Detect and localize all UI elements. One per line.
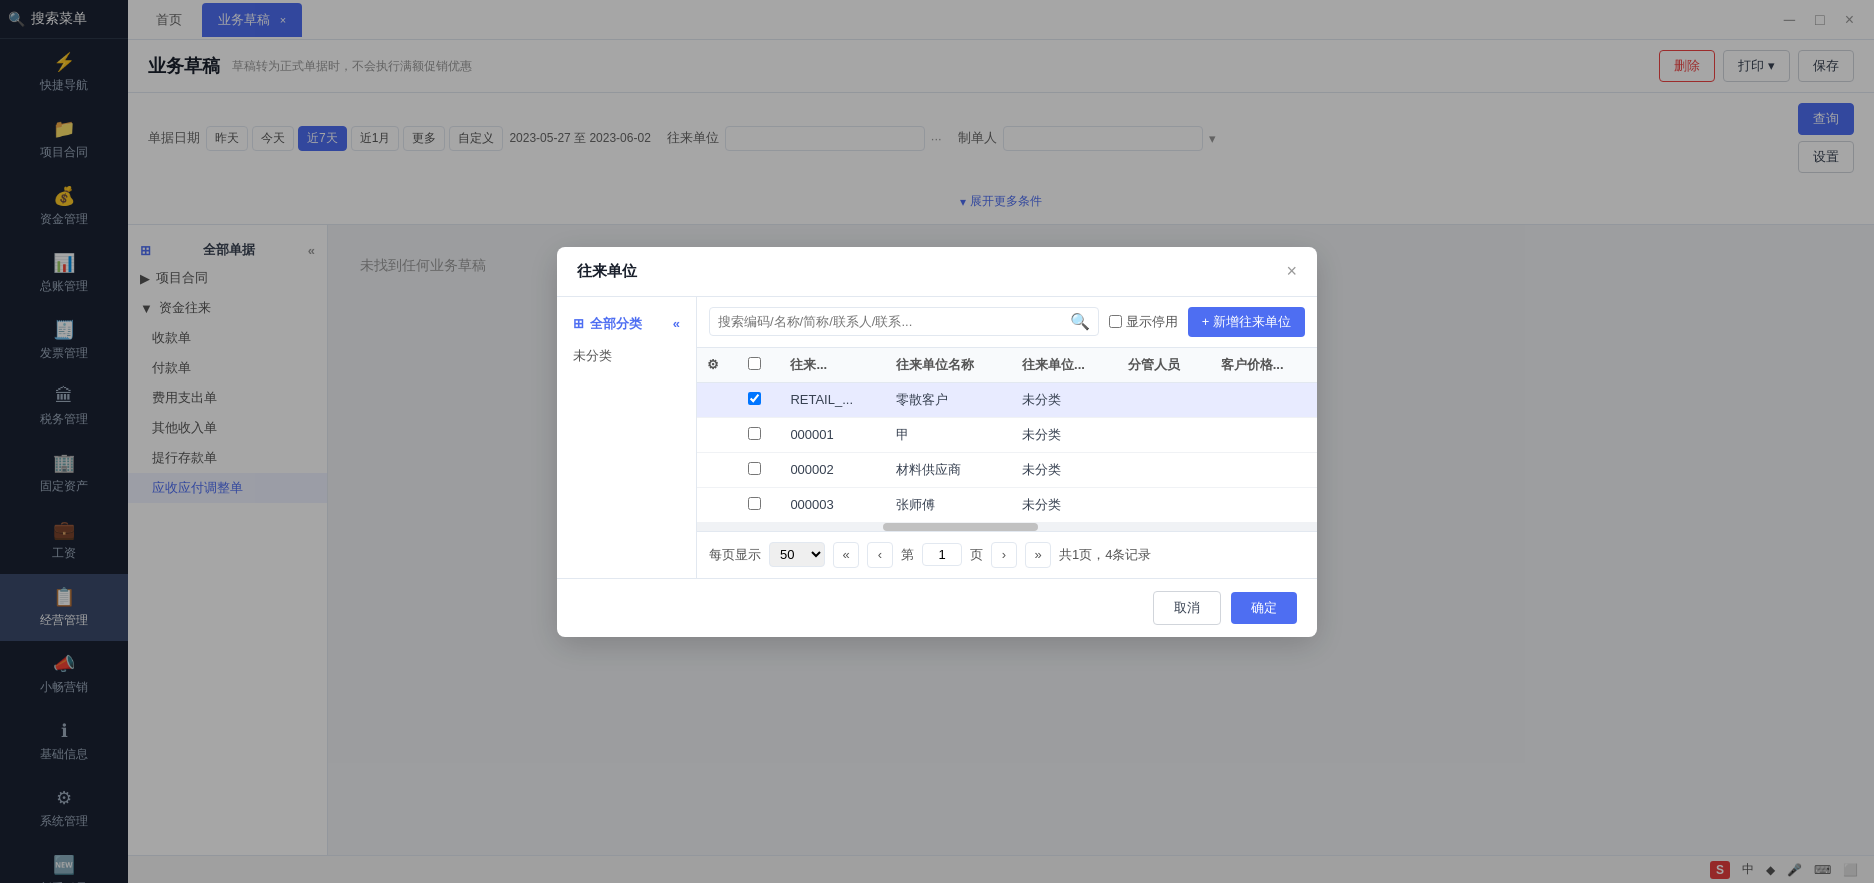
show-disabled-label[interactable]: 显示停用: [1109, 313, 1178, 331]
search-icon: 🔍: [1070, 312, 1090, 331]
show-disabled-checkbox[interactable]: [1109, 315, 1122, 328]
row-check: [738, 487, 780, 522]
row-code: 000002: [780, 452, 886, 487]
cancel-button[interactable]: 取消: [1153, 591, 1221, 625]
row-category: 未分类: [1012, 487, 1118, 522]
row-name: 材料供应商: [886, 452, 1012, 487]
row-checkbox[interactable]: [748, 392, 761, 405]
total-label: 共1页，4条记录: [1059, 546, 1151, 564]
modal-overlay: 往来单位 × ⊞ 全部分类 « 未分类: [0, 0, 1874, 883]
chevron-left-icon[interactable]: «: [673, 316, 680, 331]
page-prefix-label: 第: [901, 546, 914, 564]
add-partner-button[interactable]: + 新增往来单位: [1188, 307, 1305, 337]
row-manager: [1118, 417, 1210, 452]
confirm-button[interactable]: 确定: [1231, 592, 1297, 624]
gear-icon[interactable]: ⚙: [707, 357, 719, 372]
table-row[interactable]: RETAIL_... 零散客户 未分类: [697, 382, 1317, 417]
col-manager: 分管人员: [1118, 348, 1210, 383]
col-code: 往来...: [780, 348, 886, 383]
dialog-right-panel: 🔍 显示停用 + 新增往来单位 ⚙: [697, 297, 1317, 578]
last-page-icon: »: [1034, 547, 1041, 562]
row-code: RETAIL_...: [780, 382, 886, 417]
per-page-label: 每页显示: [709, 546, 761, 564]
select-all-checkbox[interactable]: [748, 357, 761, 370]
row-price: [1211, 417, 1317, 452]
col-check: [738, 348, 780, 383]
table-row[interactable]: 000003 张师傅 未分类: [697, 487, 1317, 522]
dialog-table-wrapper: ⚙ 往来... 往来单位名称 往来单位... 分管人员 客户价格...: [697, 348, 1317, 523]
dialog-header: 往来单位 ×: [557, 247, 1317, 297]
row-check: [738, 452, 780, 487]
page-suffix-label: 页: [970, 546, 983, 564]
col-name: 往来单位名称: [886, 348, 1012, 383]
dialog-body: ⊞ 全部分类 « 未分类 🔍 显示停用: [557, 297, 1317, 578]
col-price: 客户价格...: [1211, 348, 1317, 383]
row-price: [1211, 487, 1317, 522]
row-settings: [697, 452, 738, 487]
row-settings: [697, 487, 738, 522]
next-page-icon: ›: [1002, 547, 1006, 562]
table-row[interactable]: 000002 材料供应商 未分类: [697, 452, 1317, 487]
col-settings: ⚙: [697, 348, 738, 383]
table-row[interactable]: 000001 甲 未分类: [697, 417, 1317, 452]
row-check: [738, 382, 780, 417]
row-price: [1211, 382, 1317, 417]
row-price: [1211, 452, 1317, 487]
dialog-table: ⚙ 往来... 往来单位名称 往来单位... 分管人员 客户价格...: [697, 348, 1317, 523]
row-category: 未分类: [1012, 417, 1118, 452]
row-name: 张师傅: [886, 487, 1012, 522]
col-category: 往来单位...: [1012, 348, 1118, 383]
row-checkbox[interactable]: [748, 462, 761, 475]
dialog-toolbar: 🔍 显示停用 + 新增往来单位: [697, 297, 1317, 348]
dialog-left-panel: ⊞ 全部分类 « 未分类: [557, 297, 697, 578]
dialog-footer: 取消 确定: [557, 578, 1317, 637]
search-box: 🔍: [709, 307, 1099, 336]
dialog-all-category[interactable]: ⊞ 全部分类 «: [557, 307, 696, 341]
row-manager: [1118, 487, 1210, 522]
row-settings: [697, 417, 738, 452]
dialog-close-button[interactable]: ×: [1286, 261, 1297, 282]
prev-page-icon: ‹: [878, 547, 882, 562]
row-code: 000003: [780, 487, 886, 522]
dialog-title: 往来单位: [577, 262, 637, 281]
last-page-button[interactable]: »: [1025, 542, 1051, 568]
dialog-unclassified[interactable]: 未分类: [557, 341, 696, 371]
prev-page-button[interactable]: ‹: [867, 542, 893, 568]
row-manager: [1118, 382, 1210, 417]
row-category: 未分类: [1012, 452, 1118, 487]
horizontal-scrollbar[interactable]: [697, 523, 1317, 531]
partner-dialog: 往来单位 × ⊞ 全部分类 « 未分类: [557, 247, 1317, 637]
row-category: 未分类: [1012, 382, 1118, 417]
row-code: 000001: [780, 417, 886, 452]
row-manager: [1118, 452, 1210, 487]
row-name: 零散客户: [886, 382, 1012, 417]
dialog-pagination: 每页显示 50 100 « ‹ 第 页 ›: [697, 531, 1317, 578]
all-category-label: 全部分类: [590, 315, 642, 333]
per-page-select[interactable]: 50 100: [769, 542, 825, 567]
page-input[interactable]: [922, 543, 962, 566]
first-page-button[interactable]: «: [833, 542, 859, 568]
first-page-icon: «: [842, 547, 849, 562]
row-check: [738, 417, 780, 452]
grid-icon: ⊞: [573, 316, 584, 331]
next-page-button[interactable]: ›: [991, 542, 1017, 568]
row-name: 甲: [886, 417, 1012, 452]
scrollbar-thumb[interactable]: [883, 523, 1038, 531]
row-checkbox[interactable]: [748, 427, 761, 440]
row-checkbox[interactable]: [748, 497, 761, 510]
search-input[interactable]: [718, 314, 1064, 329]
row-settings: [697, 382, 738, 417]
